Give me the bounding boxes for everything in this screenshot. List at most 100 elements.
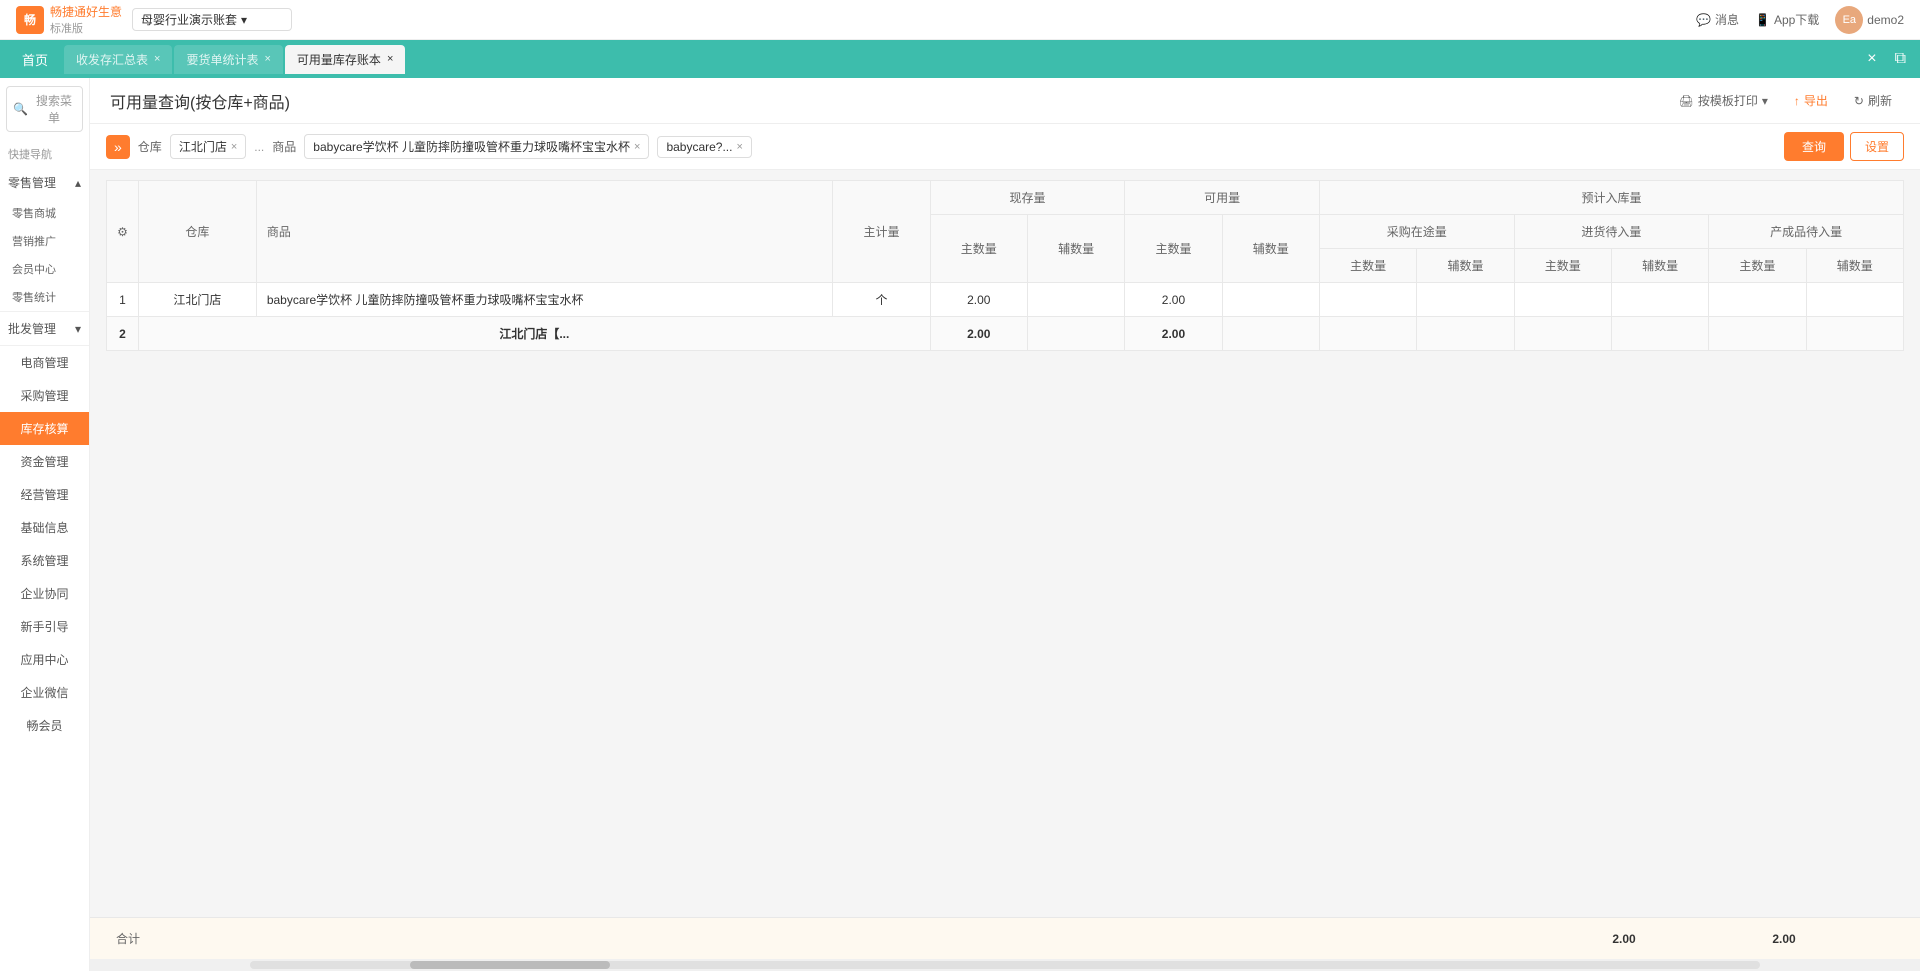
subtotal-current-main: 2.00 <box>930 317 1027 351</box>
app-download-label: App下载 <box>1774 11 1819 28</box>
sidebar-group-retail: 零售管理 ▴ 零售商城 营销推广 会员中心 零售统计 <box>0 166 89 312</box>
tab-receive-summary-close[interactable]: × <box>154 53 160 65</box>
th-current-aux: 辅数量 <box>1027 215 1124 283</box>
product-tag-2-value: babycare?... <box>666 140 732 154</box>
th-main-unit: 主计量 <box>833 181 930 283</box>
tab-order-stats-label: 要货单统计表 <box>186 51 258 68</box>
bottom-scrollbar[interactable] <box>90 959 1920 971</box>
table-container: ⚙ 仓库 商品 主计量 现存量 可用量 预计入库量 主数量 辅数量 主数量 辅数… <box>90 170 1920 917</box>
app-logo: 畅 <box>16 6 44 34</box>
sidebar-item-member-plus[interactable]: 畅会员 <box>0 709 89 742</box>
cell-incoming-aux <box>1611 283 1708 317</box>
th-product: 商品 <box>256 181 833 283</box>
top-bar-left: 畅 畅捷通好生意 标准版 母婴行业演示账套 ▾ <box>16 3 292 36</box>
sidebar-item-system[interactable]: 系统管理 <box>0 544 89 577</box>
subtotal-incoming-aux <box>1611 317 1708 351</box>
sidebar-sub-retail-stats[interactable]: 零售统计 <box>0 283 89 311</box>
sidebar-item-operation[interactable]: 经营管理 <box>0 478 89 511</box>
tab-close-all[interactable]: × <box>1861 48 1882 70</box>
th-incoming-pending: 进货待入量 <box>1514 215 1709 249</box>
product-tag-2-close[interactable]: × <box>736 141 742 153</box>
sidebar-item-purchase[interactable]: 采购管理 <box>0 379 89 412</box>
product-tag-1-close[interactable]: × <box>634 141 640 153</box>
sidebar-sub-marketing[interactable]: 营销推广 <box>0 227 89 255</box>
cell-available-aux <box>1222 283 1319 317</box>
tab-receive-summary[interactable]: 收发存汇总表 × <box>64 45 172 74</box>
print-icon: 🖨 <box>1679 94 1694 108</box>
warehouse-tag: 江北门店 × <box>170 134 246 159</box>
page-actions: 🖨 按模板打印 ▾ ↑ 导出 ↻ 刷新 <box>1671 88 1900 113</box>
edition-label: 标准版 <box>50 20 122 36</box>
print-template-label: 按模板打印 <box>1698 92 1758 109</box>
basic-label: 基础信息 <box>20 519 68 536</box>
wholesale-mgmt-label: 批发管理 <box>8 320 56 337</box>
th-current-stock: 现存量 <box>930 181 1125 215</box>
settings-btn[interactable]: 设置 <box>1850 132 1904 161</box>
th-warehouse: 仓库 <box>139 181 257 283</box>
th-expected-in: 预计入库量 <box>1319 181 1903 215</box>
cell-purchase-main <box>1319 283 1416 317</box>
page-header: 可用量查询(按仓库+商品) 🖨 按模板打印 ▾ ↑ 导出 ↻ 刷新 <box>90 78 1920 124</box>
sidebar-item-enterprise-coop[interactable]: 企业协同 <box>0 577 89 610</box>
th-available: 可用量 <box>1125 181 1320 215</box>
filter-expand-btn[interactable]: » <box>106 135 130 159</box>
print-dropdown-icon: ▾ <box>1762 94 1768 108</box>
message-label: 消息 <box>1715 11 1739 28</box>
sidebar-item-inventory[interactable]: 库存核算 <box>0 412 89 445</box>
cell-current-main: 2.00 <box>930 283 1027 317</box>
main-layout: 🔍 搜索菜单 快捷导航 零售管理 ▴ 零售商城 营销推广 会员中心 零售统计 批… <box>0 78 1920 971</box>
warehouse-label: 仓库 <box>138 138 162 155</box>
industry-label: 母婴行业演示账套 <box>141 11 237 28</box>
footer-current-main: 2.00 <box>1584 932 1664 946</box>
brand-info: 畅捷通好生意 标准版 <box>50 3 122 36</box>
sidebar-item-finance[interactable]: 资金管理 <box>0 445 89 478</box>
gear-icon[interactable]: ⚙ <box>117 225 128 239</box>
cell-product: babycare学饮杯 儿童防摔防撞吸管杯重力球吸嘴杯宝宝水杯 <box>256 283 833 317</box>
cell-product-main <box>1709 283 1806 317</box>
sidebar-sub-member[interactable]: 会员中心 <box>0 255 89 283</box>
sidebar-item-app-center[interactable]: 应用中心 <box>0 643 89 676</box>
purchase-label: 采购管理 <box>20 387 68 404</box>
th-current-main: 主数量 <box>930 215 1027 283</box>
tab-order-stats-close[interactable]: × <box>264 53 270 65</box>
sidebar-item-ecommerce[interactable]: 电商管理 <box>0 346 89 379</box>
product-tag-2: babycare?... × <box>657 136 751 158</box>
sidebar-item-wholesale-mgmt[interactable]: 批发管理 ▾ <box>0 312 89 345</box>
export-btn[interactable]: ↑ 导出 <box>1786 88 1836 113</box>
app-download-btn[interactable]: 📱 App下载 <box>1755 11 1819 28</box>
sidebar-item-basic[interactable]: 基础信息 <box>0 511 89 544</box>
table-row: 1 江北门店 babycare学饮杯 儿童防摔防撞吸管杯重力球吸嘴杯宝宝水杯 个… <box>107 283 1904 317</box>
tab-bar: 首页 收发存汇总表 × 要货单统计表 × 可用量库存账本 × × ⧉ <box>0 40 1920 78</box>
tab-bar-right: × ⧉ <box>1861 48 1912 70</box>
sidebar-item-retail-mgmt[interactable]: 零售管理 ▴ <box>0 166 89 199</box>
query-btn[interactable]: 查询 <box>1784 132 1844 161</box>
refresh-label: 刷新 <box>1868 92 1892 109</box>
subtotal-purchase-main <box>1319 317 1416 351</box>
subtotal-available-main: 2.00 <box>1125 317 1222 351</box>
product-label: 商品 <box>272 138 296 155</box>
sidebar-sub-retail-mall[interactable]: 零售商城 <box>0 199 89 227</box>
chevron-icon: ▴ <box>75 176 81 190</box>
page-title: 可用量查询(按仓库+商品) <box>110 89 290 113</box>
sidebar-item-new-guide[interactable]: 新手引导 <box>0 610 89 643</box>
tab-available-stock-close[interactable]: × <box>387 53 393 65</box>
refresh-icon: ↻ <box>1854 94 1864 108</box>
user-area[interactable]: Ea demo2 <box>1835 6 1904 34</box>
refresh-btn[interactable]: ↻ 刷新 <box>1846 88 1900 113</box>
warehouse-tag-close[interactable]: × <box>231 141 237 153</box>
tab-available-stock[interactable]: 可用量库存账本 × <box>285 45 405 74</box>
search-menu-btn[interactable]: 🔍 搜索菜单 <box>6 86 83 132</box>
product-tag-1: babycare学饮杯 儿童防摔防撞吸管杯重力球吸嘴杯宝宝水杯 × <box>304 134 649 159</box>
tab-restore[interactable]: ⧉ <box>1889 48 1912 70</box>
sidebar-item-enterprise-wechat[interactable]: 企业微信 <box>0 676 89 709</box>
tab-order-stats[interactable]: 要货单统计表 × <box>174 45 282 74</box>
subtotal-available-aux <box>1222 317 1319 351</box>
print-template-btn[interactable]: 🖨 按模板打印 ▾ <box>1671 88 1776 113</box>
avatar: Ea <box>1835 6 1863 34</box>
username: demo2 <box>1867 13 1904 27</box>
tab-home[interactable]: 首页 <box>8 44 62 75</box>
footer-values: 2.00 2.00 <box>150 932 1904 946</box>
industry-select[interactable]: 母婴行业演示账套 ▾ <box>132 8 292 31</box>
message-btn[interactable]: 💬 消息 <box>1696 11 1739 28</box>
th-available-aux: 辅数量 <box>1222 215 1319 283</box>
